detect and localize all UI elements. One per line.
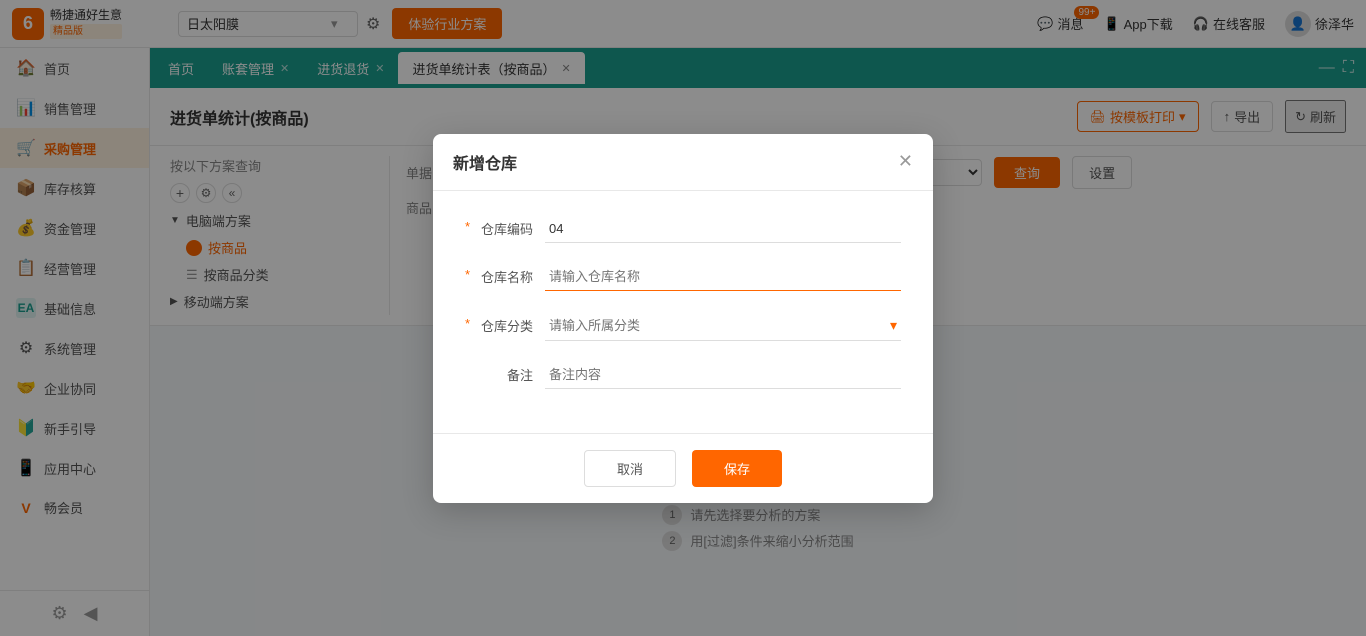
dialog-header: 新增仓库 ✕ [433, 134, 933, 191]
name-input[interactable] [545, 263, 901, 291]
remark-input[interactable] [545, 361, 901, 389]
add-warehouse-dialog: 新增仓库 ✕ 仓库编码 仓库名称 仓库分类 ▾ [433, 134, 933, 503]
category-select-wrap[interactable]: ▾ [545, 311, 901, 341]
dialog-footer: 取消 保存 [433, 433, 933, 503]
code-label: 仓库编码 [465, 219, 545, 238]
dialog-title: 新增仓库 [453, 150, 517, 174]
dialog-close-icon[interactable]: ✕ [898, 151, 913, 172]
category-label: 仓库分类 [465, 316, 545, 335]
cancel-button[interactable]: 取消 [584, 450, 676, 487]
code-input[interactable] [545, 215, 901, 243]
form-row-remark: 备注 [465, 361, 901, 389]
form-row-code: 仓库编码 [465, 215, 901, 243]
form-row-name: 仓库名称 [465, 263, 901, 291]
form-row-category: 仓库分类 ▾ [465, 311, 901, 341]
category-input[interactable] [549, 318, 890, 333]
save-button[interactable]: 保存 [692, 450, 782, 487]
remark-label: 备注 [465, 365, 545, 384]
category-dropdown-icon[interactable]: ▾ [890, 317, 897, 334]
name-label: 仓库名称 [465, 267, 545, 286]
dialog-body: 仓库编码 仓库名称 仓库分类 ▾ 备注 [433, 191, 933, 433]
modal-overlay[interactable]: 新增仓库 ✕ 仓库编码 仓库名称 仓库分类 ▾ [0, 0, 1366, 636]
